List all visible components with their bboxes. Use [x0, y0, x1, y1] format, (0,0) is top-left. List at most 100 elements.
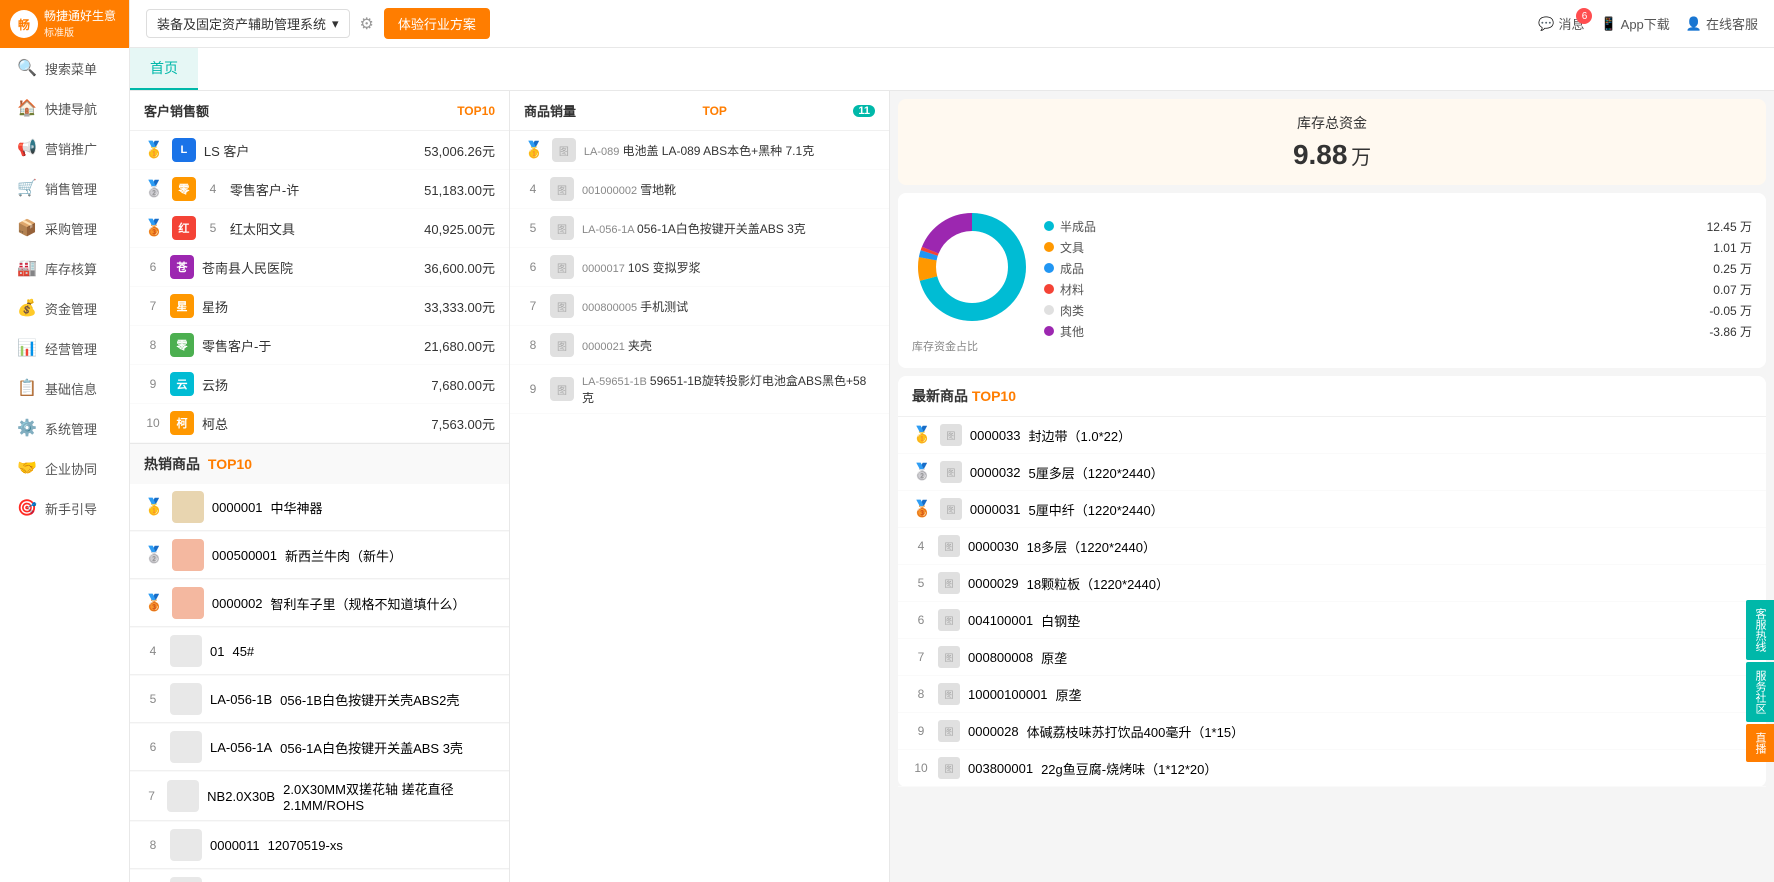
donut-legend: 半成品 12.45 万 文具 1.01 万 成品 0.25 万: [1044, 218, 1752, 344]
product-name: 056-1B白色按键开关壳ABS2壳: [280, 690, 459, 709]
product-thumbnail: 图: [940, 498, 962, 520]
legend-name: 其他: [1060, 323, 1703, 340]
rank-number: 6: [912, 613, 930, 627]
product-thumbnail: 图: [938, 535, 960, 557]
app-download-btn[interactable]: 📱 App下载: [1600, 14, 1669, 33]
legend-name: 肉类: [1060, 302, 1703, 319]
product-code: 0000031: [970, 502, 1021, 517]
product-code: 01: [210, 644, 224, 659]
sidebar-item-guide[interactable]: 🎯 新手引导: [0, 488, 129, 528]
customer-ranking-badge: TOP10: [457, 104, 495, 118]
sidebar-item-search[interactable]: 🔍 搜索菜单: [0, 48, 129, 88]
product-ranking-col: 商品销量 TOP 11 🥇 图 LA-089 电池盖 LA-089 ABS本色+…: [510, 91, 890, 882]
float-btn-community[interactable]: 服务社区: [1746, 662, 1774, 722]
content-area: 客户销售额 TOP10 🥇 L LS 客户 53,006.26元 🥈 零 4 零…: [130, 91, 1774, 882]
sidebar-item-guide-label: 新手引导: [45, 499, 97, 518]
online-service-btn[interactable]: 👤 在线客服: [1686, 14, 1758, 33]
message-btn[interactable]: 💬 消息 6: [1538, 14, 1584, 33]
sidebar-item-basic[interactable]: 📋 基础信息: [0, 368, 129, 408]
sidebar-item-finance[interactable]: 💰 资金管理: [0, 288, 129, 328]
product-thumbnail: 图: [550, 333, 574, 357]
product-name: 056-1A白色按键开关盖ABS 3克: [637, 222, 806, 236]
product-code: 000800005: [582, 302, 640, 314]
medal-silver-icon: 🥈: [144, 179, 164, 199]
product-name: 封边带（1.0*22）: [1029, 426, 1132, 445]
tab-home-label: 首页: [150, 60, 178, 76]
product-thumbnail: [170, 635, 202, 667]
rank-item: 9 云 云扬 7,680.00元: [130, 365, 509, 404]
settings-icon[interactable]: ⚙: [360, 14, 374, 34]
product-code: 000800008: [968, 650, 1033, 665]
marketing-icon: 📢: [17, 138, 37, 158]
rank-number: 9: [912, 724, 930, 738]
donut-chart: 库存资金占比: [912, 207, 1032, 354]
product-code: 0000033: [970, 428, 1021, 443]
hot-item: 🥇 0000001 中华神器: [130, 484, 509, 531]
customer-name: 云扬: [202, 375, 423, 394]
product-name: 18多层（1220*2440）: [1027, 537, 1156, 556]
trial-button[interactable]: 体验行业方案: [384, 8, 490, 39]
product-ranking-title: 商品销量: [524, 101, 576, 120]
product-thumbnail: 图: [938, 720, 960, 742]
rank-number: 5: [144, 692, 162, 706]
product-item: 5 图 LA-056-1A 056-1A白色按键开关盖ABS 3克: [510, 209, 889, 248]
sidebar-item-system[interactable]: ⚙️ 系统管理: [0, 408, 129, 448]
legend-item: 成品 0.25 万: [1044, 260, 1752, 277]
sidebar-item-purchase-label: 采购管理: [45, 219, 97, 238]
customer-avatar: 云: [170, 372, 194, 396]
rank-item: 8 零 零售客户-于 21,680.00元: [130, 326, 509, 365]
product-thumbnail: 图: [550, 177, 574, 201]
medal-icon: 🥈: [912, 462, 932, 482]
hot-item: 🥈 000500001 新西兰牛肉（新牛）: [130, 532, 509, 579]
new-product-item: 9 图 0000028 体碱荔枝味苏打饮品400毫升（1*15）: [898, 713, 1766, 750]
customer-ranking-col: 客户销售额 TOP10 🥇 L LS 客户 53,006.26元 🥈 零 4 零…: [130, 91, 510, 882]
product-name: 白钢垫: [1041, 611, 1080, 630]
inventory-chart-section: 库存资金占比 半成品 12.45 万 文具 1.01 万: [898, 193, 1766, 368]
sidebar-item-sales[interactable]: 🛒 销售管理: [0, 168, 129, 208]
new-product-item: 6 图 004100001 白钢垫: [898, 602, 1766, 639]
customer-amount: 40,925.00元: [424, 219, 495, 238]
medal-gold-icon: 🥇: [144, 140, 164, 160]
customer-rank-list: 🥇 L LS 客户 53,006.26元 🥈 零 4 零售客户-许 51,183…: [130, 131, 509, 443]
header-right: 💬 消息 6 📱 App下载 👤 在线客服: [1538, 14, 1758, 33]
float-btn-service[interactable]: 客服热线: [1746, 600, 1774, 660]
sidebar-item-search-label: 搜索菜单: [45, 59, 97, 78]
product-thumbnail: 图: [552, 138, 576, 162]
product-thumbnail: 图: [938, 757, 960, 779]
legend-name: 文具: [1060, 239, 1707, 256]
rank-number: 9: [524, 382, 542, 396]
sidebar-item-purchase[interactable]: 📦 采购管理: [0, 208, 129, 248]
new-product-item: 8 图 10000100001 原垄: [898, 676, 1766, 713]
rank-number: 7: [912, 650, 930, 664]
hot-products-title: 热销商品: [144, 456, 200, 472]
float-btn-live[interactable]: 直播: [1746, 724, 1774, 762]
system-name: 装备及固定资产辅助管理系统: [157, 14, 326, 33]
rank-number: 8: [524, 338, 542, 352]
product-code: LA-59651-1B: [582, 376, 650, 388]
sidebar-item-marketing[interactable]: 📢 营销推广: [0, 128, 129, 168]
sidebar-item-inventory[interactable]: 🏭 库存核算: [0, 248, 129, 288]
legend-dot: [1044, 242, 1054, 252]
legend-dot: [1044, 263, 1054, 273]
float-buttons: 客服热线 服务社区 直播: [1746, 600, 1774, 762]
tab-home[interactable]: 首页: [130, 48, 198, 90]
sidebar-item-operation[interactable]: 📊 经营管理: [0, 328, 129, 368]
product-thumbnail: 图: [938, 646, 960, 668]
sidebar-item-enterprise[interactable]: 🤝 企业协同: [0, 448, 129, 488]
rank-number: 4: [204, 182, 222, 196]
product-item: 6 图 0000017 10S 变拟罗浆: [510, 248, 889, 287]
product-item: 8 图 0000021 夹壳: [510, 326, 889, 365]
product-name: 原垄: [1041, 648, 1067, 667]
sidebar-item-basic-label: 基础信息: [45, 379, 97, 398]
customer-avatar: L: [172, 138, 196, 162]
product-name: 新西兰牛肉（新牛）: [285, 546, 402, 565]
product-code: NB2.0X30B: [207, 789, 275, 804]
system-select[interactable]: 装备及固定资产辅助管理系统 ▾: [146, 9, 350, 38]
hot-products-header: 热销商品 TOP10: [130, 444, 509, 484]
product-name: 12070519-xs: [268, 838, 343, 853]
medal-icon: 🥇: [144, 497, 164, 517]
rank-number: 6: [144, 260, 162, 274]
customer-avatar: 零: [170, 333, 194, 357]
product-code: 0000030: [968, 539, 1019, 554]
sidebar-item-shortcut[interactable]: 🏠 快捷导航: [0, 88, 129, 128]
